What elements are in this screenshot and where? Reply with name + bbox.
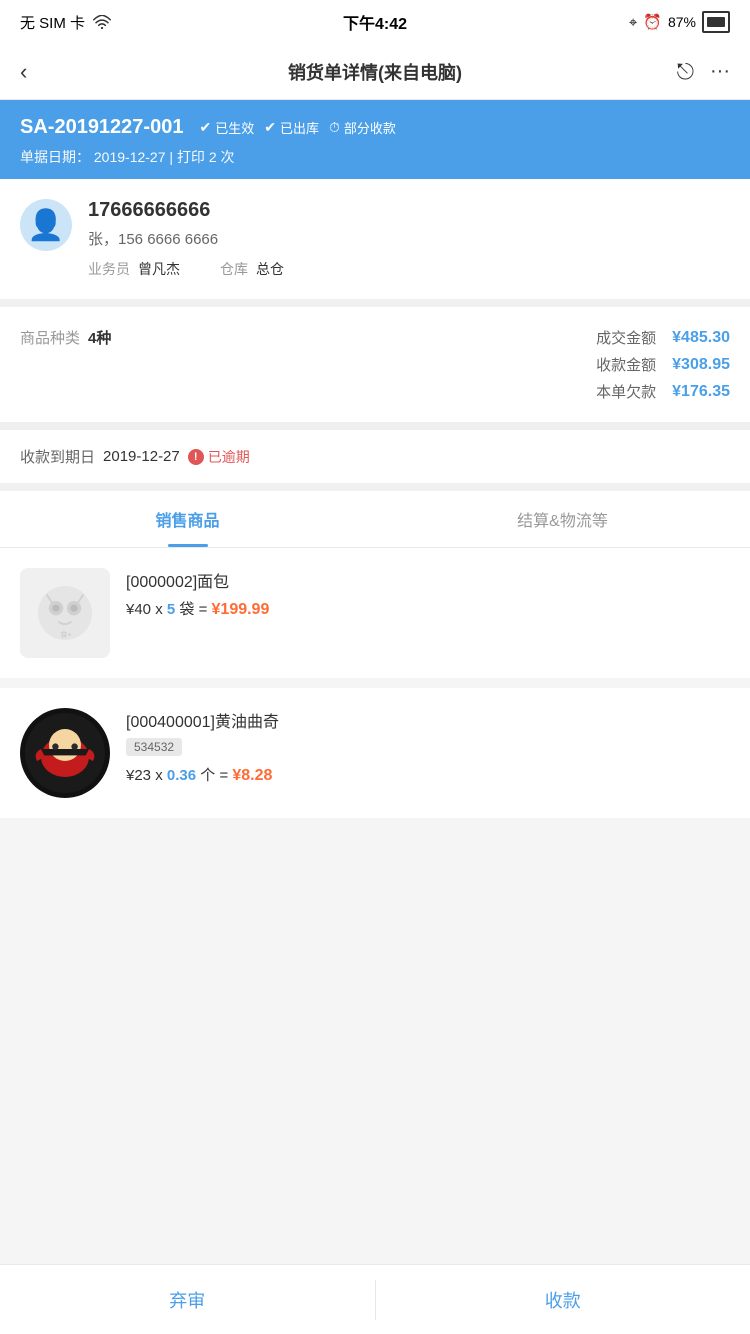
debt-value: ¥176.35 xyxy=(672,383,730,401)
product-price-2: ¥23 x 0.36 个 = ¥8.28 xyxy=(126,764,730,785)
product-total-2: ¥8.28 xyxy=(232,767,272,784)
badge-shipped: ✔ 已出库 xyxy=(264,118,319,137)
product-qty-1: 5 xyxy=(167,601,175,618)
customer-info: 17666666666 张，156 6666 6666 业务员 曾凡杰 仓库 总… xyxy=(88,199,730,279)
warehouse-name: 总仓 xyxy=(256,259,284,279)
customer-section: 👤 17666666666 张，156 6666 6666 业务员 曾凡杰 仓库… xyxy=(0,179,750,307)
page-title: 销货单详情(来自电脑) xyxy=(288,59,462,85)
svg-text:食+: 食+ xyxy=(60,630,71,639)
badge-group: ✔ 已生效 ✔ 已出库 ⏱ 部分收款 xyxy=(199,118,395,137)
bottom-bar: 弃审 收款 xyxy=(0,1264,750,1334)
tab-sales-products[interactable]: 销售商品 xyxy=(0,491,375,547)
amount-row: 成交金额 ¥485.30 xyxy=(596,327,730,348)
overdue-badge: ! 已逾期 xyxy=(188,447,250,467)
person-icon: 👤 xyxy=(27,208,64,243)
check-icon-2: ✔ xyxy=(264,119,276,136)
product-total-1: ¥199.99 xyxy=(212,601,270,618)
order-header-banner: SA-20191227-001 ✔ 已生效 ✔ 已出库 ⏱ 部分收款 单据日期：… xyxy=(0,100,750,179)
warehouse-meta: 仓库 总仓 xyxy=(220,259,284,279)
product-info-2: [000400001]黄油曲奇 534532 ¥23 x 0.36 个 = ¥8… xyxy=(126,708,730,785)
product-card-2: [000400001]黄油曲奇 534532 ¥23 x 0.36 个 = ¥8… xyxy=(0,688,750,818)
product-info-1: [0000002]面包 ¥40 x 5 袋 = ¥199.99 xyxy=(126,568,730,619)
customer-name-phone: 张，156 6666 6666 xyxy=(88,228,730,249)
sales-meta: 业务员 曾凡杰 xyxy=(88,259,180,279)
product-price-1: ¥40 x 5 袋 = ¥199.99 xyxy=(126,598,730,619)
ninja-icon xyxy=(25,713,105,793)
received-value: ¥308.95 xyxy=(672,356,730,374)
overdue-dot-icon: ! xyxy=(188,449,204,465)
badge-partial-payment: ⏱ 部分收款 xyxy=(329,118,396,137)
nav-right-actions: ⎋ ··· xyxy=(677,59,730,85)
back-button[interactable]: ‹ xyxy=(20,59,27,85)
amount-value: ¥485.30 xyxy=(672,329,730,347)
status-time: 下午4:42 xyxy=(343,10,407,34)
sales-label: 业务员 xyxy=(88,259,130,279)
debt-row: 本单欠款 ¥176.35 xyxy=(596,381,730,402)
avatar: 👤 xyxy=(20,199,72,251)
status-right: ⌖ ⏰ 87% xyxy=(629,11,730,33)
battery-icon xyxy=(702,11,730,33)
order-id: SA-20191227-001 xyxy=(20,116,183,139)
collect-payment-button[interactable]: 收款 xyxy=(376,1265,750,1334)
battery-label: 87% xyxy=(668,14,696,30)
more-button[interactable]: ··· xyxy=(710,60,730,83)
status-bar: 无 SIM 卡 下午4:42 ⌖ ⏰ 87% xyxy=(0,0,750,44)
customer-meta: 业务员 曾凡杰 仓库 总仓 xyxy=(88,259,730,279)
product-name-2: [000400001]黄油曲奇 xyxy=(126,708,730,732)
status-left: 无 SIM 卡 xyxy=(20,12,111,33)
product-image-2 xyxy=(20,708,110,798)
received-label: 收款金额 xyxy=(596,354,656,375)
received-row: 收款金额 ¥308.95 xyxy=(596,354,730,375)
alarm-icon: ⏰ xyxy=(643,13,662,31)
carrier-label: 无 SIM 卡 xyxy=(20,12,85,33)
product-sku-2: 534532 xyxy=(126,738,182,756)
badge-effective: ✔ 已生效 xyxy=(199,118,254,137)
summary-right: 成交金额 ¥485.30 收款金额 ¥308.95 本单欠款 ¥176.35 xyxy=(596,327,730,402)
summary-section: 商品种类 4种 成交金额 ¥485.30 收款金额 ¥308.95 本单欠款 ¥… xyxy=(0,307,750,430)
check-icon-1: ✔ xyxy=(199,119,211,136)
debt-label: 本单欠款 xyxy=(596,381,656,402)
due-section: 收款到期日 2019-12-27 ! 已逾期 xyxy=(0,430,750,491)
product-list: 食+ [0000002]面包 ¥40 x 5 袋 = ¥199.99 xyxy=(0,548,750,818)
tab-settlement[interactable]: 结算&物流等 xyxy=(375,491,750,547)
clock-icon: ⏱ xyxy=(329,119,340,136)
summary-left: 商品种类 4种 xyxy=(20,327,111,352)
location-icon: ⌖ xyxy=(629,14,637,31)
amount-label: 成交金额 xyxy=(596,327,656,348)
product-type-label: 商品种类 xyxy=(20,327,80,348)
product-placeholder-1: 食+ xyxy=(20,568,110,658)
owl-icon: 食+ xyxy=(35,583,95,643)
wifi-icon xyxy=(93,15,111,29)
sales-name: 曾凡杰 xyxy=(138,259,180,279)
share-button[interactable]: ⎋ xyxy=(677,59,694,85)
due-date: 2019-12-27 xyxy=(103,448,180,465)
tabs-section: 销售商品 结算&物流等 xyxy=(0,491,750,548)
warehouse-label: 仓库 xyxy=(220,259,248,279)
product-qty-2: 0.36 xyxy=(167,767,196,784)
order-date-line: 单据日期： 2019-12-27 | 打印 2 次 xyxy=(20,147,730,167)
product-card-1: 食+ [0000002]面包 ¥40 x 5 袋 = ¥199.99 xyxy=(0,548,750,678)
cancel-audit-button[interactable]: 弃审 xyxy=(0,1265,375,1334)
due-label: 收款到期日 xyxy=(20,446,95,467)
product-count: 4种 xyxy=(88,327,111,348)
overdue-label: 已逾期 xyxy=(208,447,250,467)
nav-bar: ‹ 销货单详情(来自电脑) ⎋ ··· xyxy=(0,44,750,100)
product-name-1: [0000002]面包 xyxy=(126,568,730,592)
product-image-1: 食+ xyxy=(20,568,110,658)
customer-id: 17666666666 xyxy=(88,199,730,222)
